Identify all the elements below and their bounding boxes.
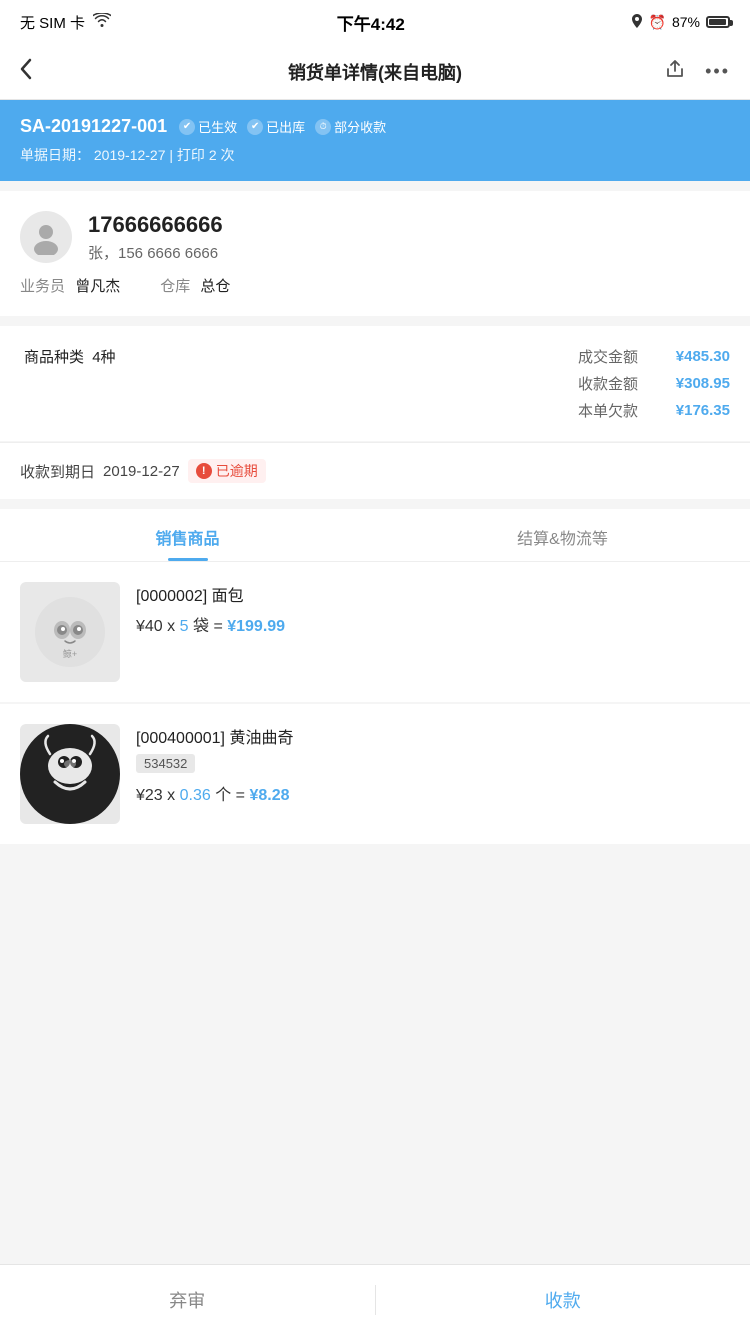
summary-left: 商品种类 4种 (20, 346, 116, 371)
status-time: 下午4:42 (337, 10, 405, 35)
sales-rep: 业务员 曾凡杰 (20, 275, 120, 296)
tab-settlement[interactable]: 结算&物流等 (375, 509, 750, 561)
due-date-label: 收款到期日 (20, 461, 95, 482)
order-badges: ✔ 已生效 ✔ 已出库 ⏱ 部分收款 (179, 117, 386, 136)
product-image-cookie (20, 724, 120, 824)
warehouse-label: 仓库 (160, 278, 190, 295)
location-icon (631, 14, 643, 31)
alarm-icon: ⏰ (649, 14, 666, 31)
carrier-label: 无 SIM 卡 (20, 12, 85, 33)
print-info: | 打印 2 次 (169, 147, 234, 163)
badge-partial-payment: ⏱ 部分收款 (315, 117, 386, 136)
tab-sales-products[interactable]: 销售商品 (0, 509, 375, 561)
summary-right: 成交金额 ¥485.30 收款金额 ¥308.95 本单欠款 ¥176.35 (578, 346, 730, 421)
product-info-cookie: [000400001] 黄油曲奇 534532 ¥23 x 0.36 个 = ¥… (136, 724, 730, 805)
battery-icon (706, 16, 730, 28)
product-title-cookie: 黄油曲奇 (229, 730, 293, 747)
product-card: 鲸+ [0000002] 面包 ¥40 x 5 袋 = ¥199.99 (0, 562, 750, 702)
tabs-row: 销售商品 结算&物流等 (0, 509, 750, 561)
product-price-cookie: ¥23 x 0.36 个 = ¥8.28 (136, 781, 730, 805)
owed-value: ¥176.35 (650, 402, 730, 419)
product-kinds: 商品种类 4种 (20, 346, 116, 367)
more-icon[interactable]: ••• (705, 61, 730, 82)
product-batch-cookie: 534532 (136, 754, 195, 773)
received-amount-row: 收款金额 ¥308.95 (578, 373, 730, 394)
overdue-text: 已逾期 (216, 461, 258, 481)
quantity-bread: 5 (180, 618, 189, 635)
summary-section: 商品种类 4种 成交金额 ¥485.30 收款金额 ¥308.95 本单欠款 ¥… (0, 326, 750, 441)
deal-amount-value: ¥485.30 (650, 348, 730, 365)
price-base-bread: ¥40 (136, 618, 163, 635)
customer-meta: 业务员 曾凡杰 仓库 总仓 (20, 275, 730, 296)
page-title: 销货单详情(来自电脑) (288, 59, 462, 85)
overdue-badge: ! 已逾期 (188, 459, 266, 483)
date-label: 单据日期： (20, 147, 90, 163)
received-value: ¥308.95 (650, 375, 730, 392)
total-cookie: ¥8.28 (249, 787, 289, 804)
customer-phone: 17666666666 (88, 212, 223, 238)
due-date-value: 2019-12-27 (103, 463, 180, 480)
order-header-banner: SA-20191227-001 ✔ 已生效 ✔ 已出库 ⏱ 部分收款 单据日期：… (0, 100, 750, 181)
shipped-icon: ✔ (247, 119, 263, 135)
sales-rep-value: 曾凡杰 (75, 278, 120, 295)
received-label: 收款金额 (578, 373, 638, 394)
nav-bar: 销货单详情(来自电脑) ••• (0, 44, 750, 100)
battery-label: 87% (672, 14, 700, 30)
unit-cookie: 个 (215, 787, 231, 804)
total-bread: ¥199.99 (227, 618, 285, 635)
share-icon[interactable] (665, 59, 685, 85)
owed-amount-row: 本单欠款 ¥176.35 (578, 400, 730, 421)
product-title-bread: 面包 (212, 588, 244, 605)
order-id: SA-20191227-001 (20, 116, 167, 137)
kinds-label: 商品种类 (24, 349, 84, 366)
badge-effective: ✔ 已生效 (179, 117, 237, 136)
order-date-info: 单据日期： 2019-12-27 | 打印 2 次 (20, 145, 730, 165)
sales-rep-label: 业务员 (20, 278, 65, 295)
confirm-button[interactable]: 收款 (376, 1265, 750, 1334)
svg-text:鲸+: 鲸+ (63, 648, 77, 659)
product-info-bread: [0000002] 面包 ¥40 x 5 袋 = ¥199.99 (136, 582, 730, 636)
order-date: 2019-12-27 (94, 147, 166, 163)
product-name-bread: [0000002] 面包 (136, 582, 730, 606)
product-id-cookie: [000400001] (136, 730, 225, 747)
product-card-cookie: [000400001] 黄油曲奇 534532 ¥23 x 0.36 个 = ¥… (0, 704, 750, 844)
customer-name-phone: 张，156 6666 6666 (88, 242, 223, 263)
badge-effective-label: 已生效 (198, 117, 237, 136)
status-right: ⏰ 87% (631, 14, 730, 31)
tabs-section: 销售商品 结算&物流等 (0, 509, 750, 562)
back-button[interactable] (20, 58, 60, 86)
product-price-bread: ¥40 x 5 袋 = ¥199.99 (136, 612, 730, 636)
warehouse-value: 总仓 (200, 278, 230, 295)
badge-shipped: ✔ 已出库 (247, 117, 305, 136)
quantity-cookie: 0.36 (180, 787, 211, 804)
partial-payment-icon: ⏱ (315, 119, 331, 135)
bottom-bar: 弃审 收款 (0, 1264, 750, 1334)
avatar (20, 211, 72, 263)
due-date-section: 收款到期日 2019-12-27 ! 已逾期 (0, 442, 750, 499)
owed-label: 本单欠款 (578, 400, 638, 421)
status-bar: 无 SIM 卡 下午4:42 ⏰ 87% (0, 0, 750, 44)
badge-shipped-label: 已出库 (266, 117, 305, 136)
product-id-bread: [0000002] (136, 588, 207, 605)
overdue-icon: ! (196, 463, 212, 479)
badge-partial-label: 部分收款 (334, 117, 386, 136)
products-section: 鲸+ [0000002] 面包 ¥40 x 5 袋 = ¥199.99 (0, 562, 750, 844)
order-header-top: SA-20191227-001 ✔ 已生效 ✔ 已出库 ⏱ 部分收款 (20, 116, 730, 137)
price-base-cookie: ¥23 (136, 787, 163, 804)
customer-top: 17666666666 张，156 6666 6666 (20, 211, 730, 263)
effective-icon: ✔ (179, 119, 195, 135)
kinds-value: 4种 (92, 349, 115, 366)
wifi-icon (93, 13, 111, 31)
status-left: 无 SIM 卡 (20, 12, 111, 33)
nav-actions: ••• (665, 59, 730, 85)
warehouse: 仓库 总仓 (160, 275, 230, 296)
deal-amount-label: 成交金额 (578, 346, 638, 367)
unit-bread: 袋 (193, 618, 209, 635)
customer-section: 17666666666 张，156 6666 6666 业务员 曾凡杰 仓库 总… (0, 191, 750, 316)
product-name-cookie: [000400001] 黄油曲奇 (136, 724, 730, 748)
cancel-button[interactable]: 弃审 (0, 1265, 375, 1334)
product-image-bread: 鲸+ (20, 582, 120, 682)
deal-amount-row: 成交金额 ¥485.30 (578, 346, 730, 367)
